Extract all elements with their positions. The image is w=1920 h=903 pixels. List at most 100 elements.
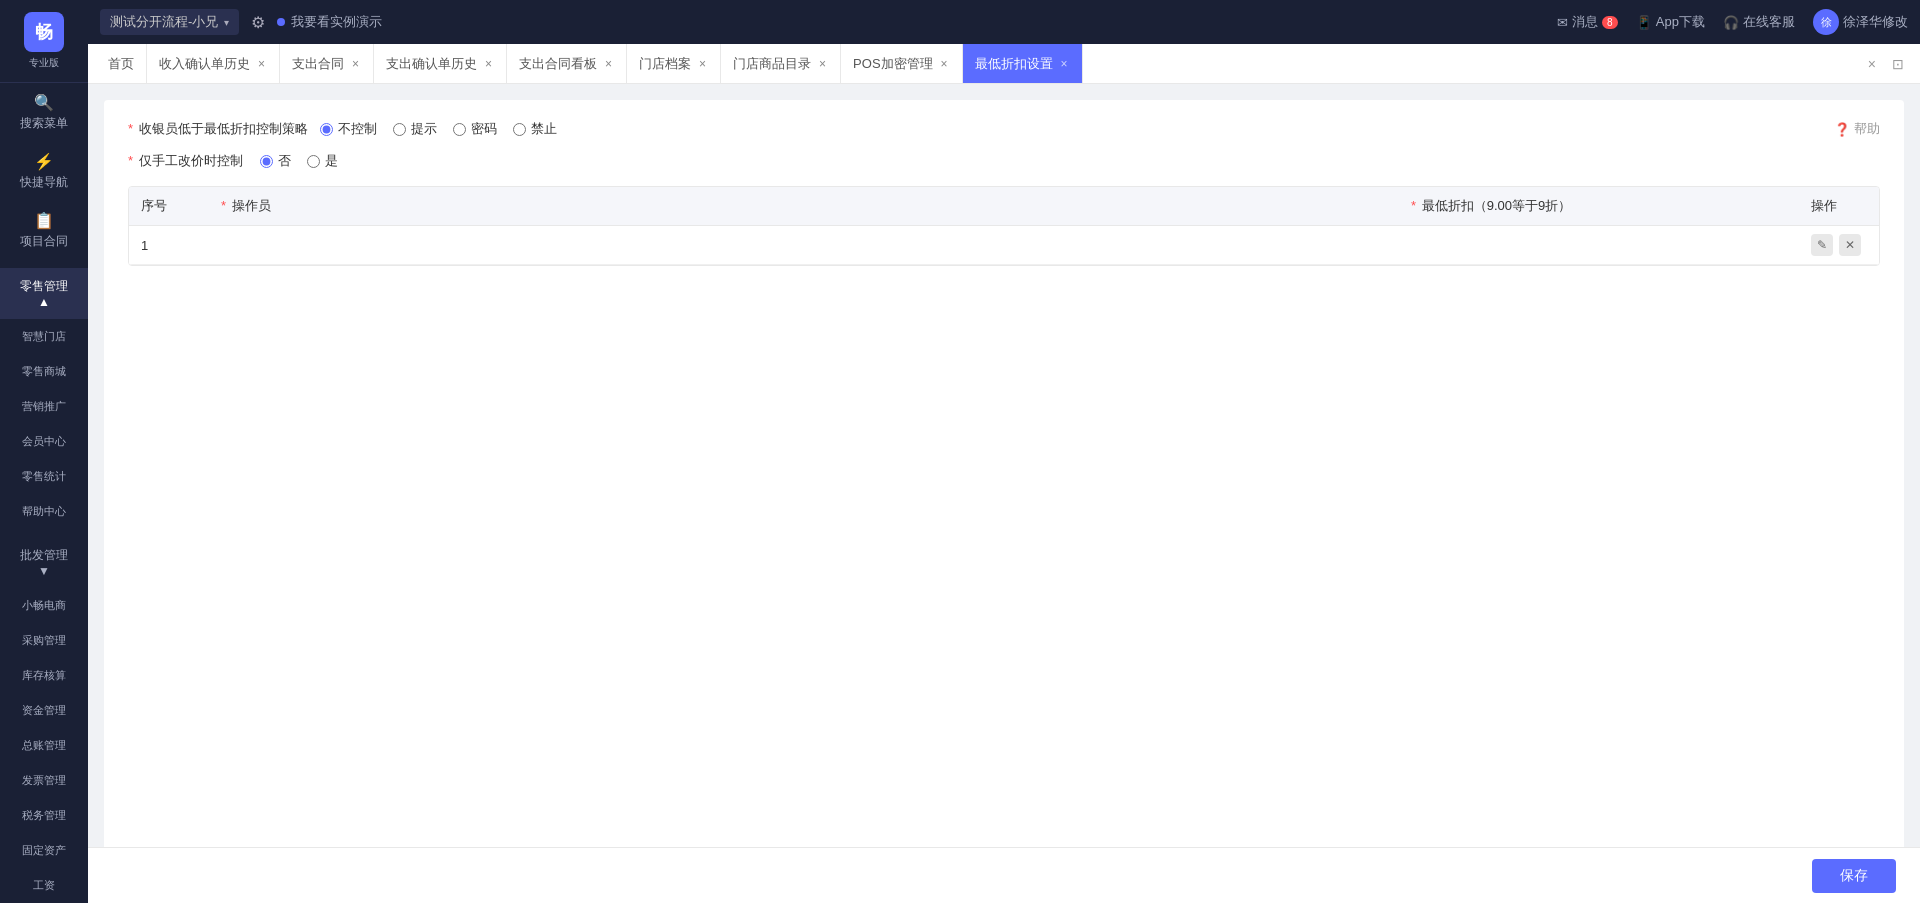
tab-pos-password[interactable]: POS加密管理 × <box>841 44 962 84</box>
sidebar-item-ecommerce-label: 小畅电商 <box>22 598 66 613</box>
messages-button[interactable]: ✉ 消息 8 <box>1557 13 1618 31</box>
manual-no-label: 否 <box>278 152 291 170</box>
sidebar-item-shortcut-label: 快捷导航 <box>20 174 68 191</box>
sidebar-item-finance[interactable]: 资金管理 <box>0 693 88 728</box>
user-menu-button[interactable]: 徐 徐泽华修改 <box>1813 9 1908 35</box>
option-no-control-label: 不控制 <box>338 120 377 138</box>
tab-min-discount-close[interactable]: × <box>1059 57 1070 71</box>
radio-remind[interactable] <box>393 123 406 136</box>
tab-payment-board-close[interactable]: × <box>603 57 614 71</box>
tab-min-discount[interactable]: 最低折扣设置 × <box>963 44 1083 84</box>
save-button[interactable]: 保存 <box>1812 859 1896 893</box>
tab-payment-confirm-close[interactable]: × <box>483 57 494 71</box>
service-icon: 🎧 <box>1723 15 1739 30</box>
user-name-label: 徐泽华修改 <box>1843 13 1908 31</box>
radio-manual-yes[interactable] <box>307 155 320 168</box>
retail-arrow-icon: ▲ <box>38 295 50 309</box>
maximize-button[interactable]: ⊡ <box>1888 52 1908 76</box>
sidebar-item-member[interactable]: 会员中心 <box>0 424 88 459</box>
tab-payment-confirm-label: 支出确认单历史 <box>386 55 477 73</box>
sidebar-item-search[interactable]: 🔍 搜索菜单 <box>0 83 88 142</box>
sidebar: 畅 专业版 🔍 搜索菜单 ⚡ 快捷导航 📋 项目合同 零售管理 ▲ 智慧门店 零… <box>0 0 88 903</box>
sidebar-item-accounting[interactable]: 总账管理 <box>0 728 88 763</box>
tab-home[interactable]: 首页 <box>96 44 147 84</box>
sidebar-item-retail-mall[interactable]: 零售商城 <box>0 354 88 389</box>
sidebar-item-marketing[interactable]: 营销推广 <box>0 389 88 424</box>
sidebar-item-inventory-label: 库存核算 <box>22 668 66 683</box>
project-selector[interactable]: 测试分开流程-小兄 ▾ <box>100 9 239 35</box>
manual-price-label: * 仅手工改价时控制 <box>128 152 248 170</box>
radio-forbid[interactable] <box>513 123 526 136</box>
sidebar-item-fixed-assets[interactable]: 固定资产 <box>0 833 88 868</box>
manual-no[interactable]: 否 <box>260 152 291 170</box>
tab-income-confirm-close[interactable]: × <box>256 57 267 71</box>
sidebar-item-help[interactable]: 帮助中心 <box>0 494 88 529</box>
help-button[interactable]: ❓ 帮助 <box>1834 120 1880 138</box>
required-star-2: * <box>128 153 133 168</box>
option-password[interactable]: 密码 <box>453 120 497 138</box>
sidebar-item-purchase[interactable]: 采购管理 <box>0 623 88 658</box>
required-star-1: * <box>128 121 133 136</box>
sidebar-item-ecommerce[interactable]: 小畅电商 <box>0 588 88 623</box>
sidebar-item-retail-stat[interactable]: 零售统计 <box>0 459 88 494</box>
tab-income-confirm-label: 收入确认单历史 <box>159 55 250 73</box>
delete-row-button[interactable]: ✕ <box>1839 234 1861 256</box>
sidebar-item-retail[interactable]: 零售管理 ▲ <box>0 268 88 319</box>
option-remind[interactable]: 提示 <box>393 120 437 138</box>
sidebar-item-purchase-label: 采购管理 <box>22 633 66 648</box>
sidebar-item-tax[interactable]: 税务管理 <box>0 798 88 833</box>
tab-store-products-close[interactable]: × <box>817 57 828 71</box>
tab-payment-contract[interactable]: 支出合同 × <box>280 44 374 84</box>
sidebar-item-fixed-assets-label: 固定资产 <box>22 843 66 858</box>
sidebar-item-salary[interactable]: 工资 <box>0 868 88 903</box>
discount-strategy-row: * 收银员低于最低折扣控制策略 不控制 提示 密码 <box>128 120 1880 138</box>
demo-label: 我要看实例演示 <box>291 13 382 31</box>
sidebar-item-wholesale[interactable]: 批发管理 ▼ <box>0 537 88 588</box>
sidebar-item-inventory[interactable]: 库存核算 <box>0 658 88 693</box>
project-arrow-icon: ▾ <box>224 17 229 28</box>
tab-store-products[interactable]: 门店商品目录 × <box>721 44 841 84</box>
option-forbid[interactable]: 禁止 <box>513 120 557 138</box>
tab-store-files-label: 门店档案 <box>639 55 691 73</box>
radio-password[interactable] <box>453 123 466 136</box>
sidebar-item-shortcut[interactable]: ⚡ 快捷导航 <box>0 142 88 201</box>
sidebar-item-smart-store[interactable]: 智慧门店 <box>0 319 88 354</box>
td-seq: 1 <box>129 226 209 264</box>
th-operator-required: * <box>221 198 226 213</box>
tab-pos-password-close[interactable]: × <box>939 57 950 71</box>
demo-button[interactable]: 我要看实例演示 <box>277 13 382 31</box>
option-no-control[interactable]: 不控制 <box>320 120 377 138</box>
sidebar-item-invoice[interactable]: 发票管理 <box>0 763 88 798</box>
tab-payment-board[interactable]: 支出合同看板 × <box>507 44 627 84</box>
tab-payment-confirm[interactable]: 支出确认单历史 × <box>374 44 507 84</box>
close-all-tabs-button[interactable]: × <box>1864 52 1880 76</box>
app-download-button[interactable]: 📱 App下载 <box>1636 13 1705 31</box>
download-icon: 📱 <box>1636 15 1652 30</box>
sidebar-item-contract[interactable]: 📋 项目合同 <box>0 201 88 260</box>
tab-payment-contract-label: 支出合同 <box>292 55 344 73</box>
shortcut-icon: ⚡ <box>34 152 54 171</box>
settings-icon[interactable]: ⚙ <box>251 13 265 32</box>
radio-no-control[interactable] <box>320 123 333 136</box>
option-forbid-label: 禁止 <box>531 120 557 138</box>
th-operator: * 操作员 <box>209 187 1399 225</box>
wholesale-arrow-icon: ▼ <box>38 564 50 578</box>
customer-service-label: 在线客服 <box>1743 13 1795 31</box>
question-icon: ❓ <box>1834 122 1850 137</box>
sidebar-item-smart-store-label: 智慧门店 <box>22 329 66 344</box>
customer-service-button[interactable]: 🎧 在线客服 <box>1723 13 1795 31</box>
tab-store-files[interactable]: 门店档案 × <box>627 44 721 84</box>
tab-payment-contract-close[interactable]: × <box>350 57 361 71</box>
radio-manual-no[interactable] <box>260 155 273 168</box>
sidebar-item-marketing-label: 营销推广 <box>22 399 66 414</box>
td-operator <box>209 226 1399 264</box>
tab-store-products-label: 门店商品目录 <box>733 55 811 73</box>
tab-store-files-close[interactable]: × <box>697 57 708 71</box>
tab-income-confirm[interactable]: 收入确认单历史 × <box>147 44 280 84</box>
messages-badge: 8 <box>1602 16 1618 29</box>
edit-row-button[interactable]: ✎ <box>1811 234 1833 256</box>
topbar: 测试分开流程-小兄 ▾ ⚙ 我要看实例演示 ✉ 消息 8 📱 App下载 🎧 在… <box>88 0 1920 44</box>
manual-yes[interactable]: 是 <box>307 152 338 170</box>
manual-price-row: * 仅手工改价时控制 否 是 <box>128 152 1880 170</box>
sidebar-item-search-label: 搜索菜单 <box>20 115 68 132</box>
